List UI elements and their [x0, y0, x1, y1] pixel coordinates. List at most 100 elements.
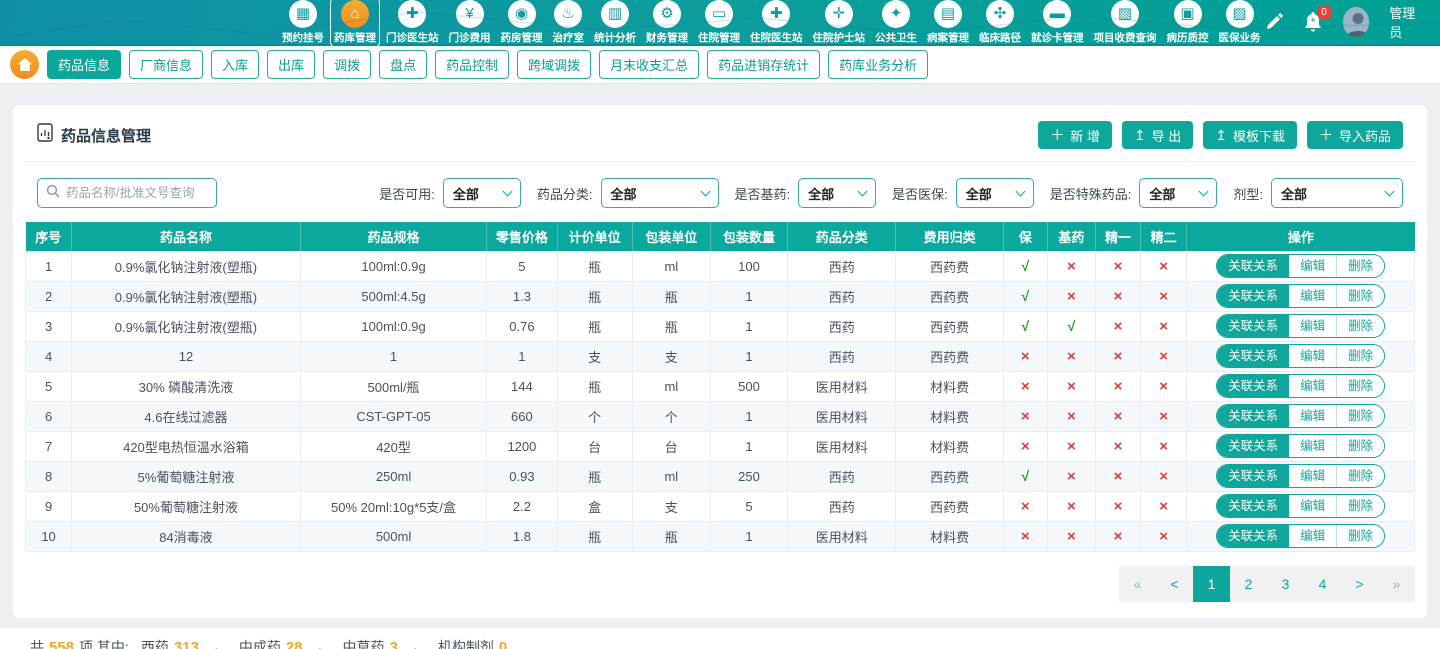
delete-button[interactable]: 删除: [1337, 465, 1385, 487]
filter-select[interactable]: 全部: [798, 178, 877, 208]
tab-monthend-summary[interactable]: 月末收支汇总: [599, 50, 700, 79]
nav-outpatient-fee[interactable]: ¥ 门诊费用: [445, 0, 495, 48]
tab-stocktake[interactable]: 盘点: [379, 50, 428, 79]
page-prev[interactable]: <: [1156, 566, 1193, 602]
5%葡萄糖注射液: 8 5%葡萄糖注射液 250ml 0.93 瓶 ml 250 西药 西药费 √ …: [24, 460, 1415, 492]
cell-spec: 500ml:4.5g: [299, 280, 488, 312]
nav-statistics[interactable]: ▥ 统计分析: [590, 0, 640, 48]
page-3[interactable]: 3: [1267, 566, 1304, 602]
relation-button[interactable]: 关联关系: [1217, 255, 1290, 277]
nav-inpatient-mgmt[interactable]: ▭ 住院管理: [694, 0, 744, 48]
nav-inpatient-nurse[interactable]: ✛ 住院护士站: [809, 0, 870, 48]
page-4[interactable]: 4: [1304, 566, 1341, 602]
nav-clinical-pathway[interactable]: ✣ 临床路径: [975, 0, 1025, 48]
edit-button[interactable]: 编辑: [1289, 495, 1338, 517]
add-button[interactable]: ＋ 新 增: [1038, 121, 1112, 149]
chevron-down-icon: [502, 186, 513, 196]
relation-button[interactable]: 关联关系: [1217, 525, 1290, 547]
nav-finance-mgmt[interactable]: ⚙ 财务管理: [642, 0, 692, 48]
delete-button[interactable]: 删除: [1337, 495, 1385, 517]
page-next[interactable]: >: [1341, 566, 1378, 602]
nav-drug-store-mgmt[interactable]: ⌂ 药库管理: [330, 0, 380, 48]
nav-icon: ▧: [1117, 5, 1133, 22]
page-last[interactable]: »: [1378, 566, 1415, 602]
home-icon[interactable]: [10, 50, 39, 79]
delete-button[interactable]: 删除: [1337, 345, 1385, 367]
filter-select[interactable]: 全部: [1139, 178, 1218, 208]
nav-insurance[interactable]: ▨ 医保业务: [1215, 0, 1265, 48]
edit-pencil-icon[interactable]: [1265, 13, 1283, 31]
delete-button[interactable]: 删除: [1337, 435, 1385, 457]
cell-package-qty: 250: [709, 460, 789, 492]
relation-button[interactable]: 关联关系: [1217, 405, 1290, 427]
nav-inpatient-doctor[interactable]: ✚ 住院医生站: [746, 0, 807, 48]
page-2[interactable]: 2: [1230, 566, 1267, 602]
tab-vendor-info[interactable]: 厂商信息: [129, 50, 204, 79]
relation-button[interactable]: 关联关系: [1217, 375, 1290, 397]
cell-drug-category: 医用材料: [787, 430, 897, 462]
filter-select[interactable]: 全部: [955, 178, 1034, 208]
edit-button[interactable]: 编辑: [1289, 315, 1338, 337]
nav-appointment[interactable]: ▦ 预约挂号: [278, 0, 328, 48]
filter-select[interactable]: 全部: [1271, 178, 1403, 208]
relation-button[interactable]: 关联关系: [1217, 435, 1290, 457]
nav-pharmacy-mgmt[interactable]: ◉ 药房管理: [497, 0, 547, 48]
nav-visit-card-mgmt[interactable]: ▬ 就诊卡管理: [1027, 0, 1088, 48]
relation-button[interactable]: 关联关系: [1217, 285, 1290, 307]
edit-button[interactable]: 编辑: [1289, 345, 1338, 367]
tab-outbound[interactable]: 出库: [267, 50, 316, 79]
delete-button[interactable]: 删除: [1337, 525, 1385, 547]
delete-button[interactable]: 删除: [1337, 285, 1385, 307]
summary-part-label: 中成药: [238, 639, 281, 649]
cell-package-unit: 个: [631, 400, 711, 432]
nav-medical-records[interactable]: ▤ 病案管理: [923, 0, 973, 48]
nav-charge-query[interactable]: ▧ 项目收费查询: [1090, 0, 1161, 48]
relation-button[interactable]: 关联关系: [1217, 495, 1290, 517]
relation-button[interactable]: 关联关系: [1217, 345, 1290, 367]
nav-treatment-room[interactable]: ♨ 治疗室: [549, 0, 589, 48]
nav-record-qc[interactable]: ▣ 病历质控: [1163, 0, 1213, 48]
edit-button[interactable]: 编辑: [1289, 525, 1338, 547]
nav-label: 病案管理: [927, 31, 969, 44]
tab-purchase-sale-stats[interactable]: 药品进销存统计: [707, 50, 821, 79]
nav-outpatient-doctor[interactable]: ✚ 门诊医生站: [382, 0, 443, 48]
summary-part-value: 0: [498, 639, 508, 649]
edit-button[interactable]: 编辑: [1289, 285, 1338, 307]
tab-crossdomain-transfer[interactable]: 跨域调拨: [517, 50, 592, 79]
filter-select[interactable]: 全部: [600, 178, 719, 208]
export-button[interactable]: ↥ 导 出: [1121, 121, 1194, 149]
delete-button[interactable]: 删除: [1337, 255, 1385, 277]
tab-drug-info[interactable]: 药品信息: [47, 50, 122, 79]
delete-button[interactable]: 删除: [1337, 315, 1385, 337]
drug-search-box[interactable]: [37, 178, 217, 208]
module-tabbar: 药品信息 厂商信息 入库 出库 调拨 盘点 药品控制 跨域调拨 月末收支汇总 药…: [0, 46, 1440, 84]
import-drugs-button[interactable]: ＋ 导入药品: [1306, 121, 1403, 149]
tab-transfer[interactable]: 调拨: [323, 50, 372, 79]
template-download-button[interactable]: ↥ 模板下载: [1203, 121, 1297, 149]
delete-button[interactable]: 删除: [1337, 375, 1385, 397]
tab-store-analysis[interactable]: 药库业务分析: [828, 50, 929, 79]
notification-bell-icon[interactable]: + 0: [1303, 5, 1332, 33]
tab-drug-control[interactable]: 药品控制: [435, 50, 510, 79]
edit-button[interactable]: 编辑: [1289, 375, 1338, 397]
filter-select[interactable]: 全部: [442, 178, 521, 208]
page-first[interactable]: «: [1119, 566, 1156, 602]
page-1[interactable]: 1: [1193, 565, 1230, 602]
edit-button[interactable]: 编辑: [1289, 255, 1338, 277]
edit-button[interactable]: 编辑: [1289, 435, 1338, 457]
nav-public-health[interactable]: ✦ 公共卫生: [871, 0, 921, 48]
psychotropic2-flag-icon: ×: [1159, 257, 1169, 275]
edit-button[interactable]: 编辑: [1289, 405, 1338, 427]
chevron-down-icon: [1015, 186, 1026, 196]
tab-inbound[interactable]: 入库: [211, 50, 260, 79]
relation-button[interactable]: 关联关系: [1217, 315, 1290, 337]
row-actions: 关联关系 编辑 删除: [1216, 524, 1386, 548]
delete-button[interactable]: 删除: [1337, 405, 1385, 427]
search-input[interactable]: [66, 186, 208, 200]
relation-button[interactable]: 关联关系: [1217, 465, 1290, 487]
filter-value: 全部: [1281, 186, 1308, 202]
cell-retail-price: 0.76: [486, 310, 558, 342]
user-avatar[interactable]: [1342, 7, 1370, 37]
drug-table: 序号 药品名称 药品规格 零售价格 计价单位 包装单位 包装数量 药品分类 费用…: [24, 222, 1415, 552]
edit-button[interactable]: 编辑: [1289, 465, 1338, 487]
